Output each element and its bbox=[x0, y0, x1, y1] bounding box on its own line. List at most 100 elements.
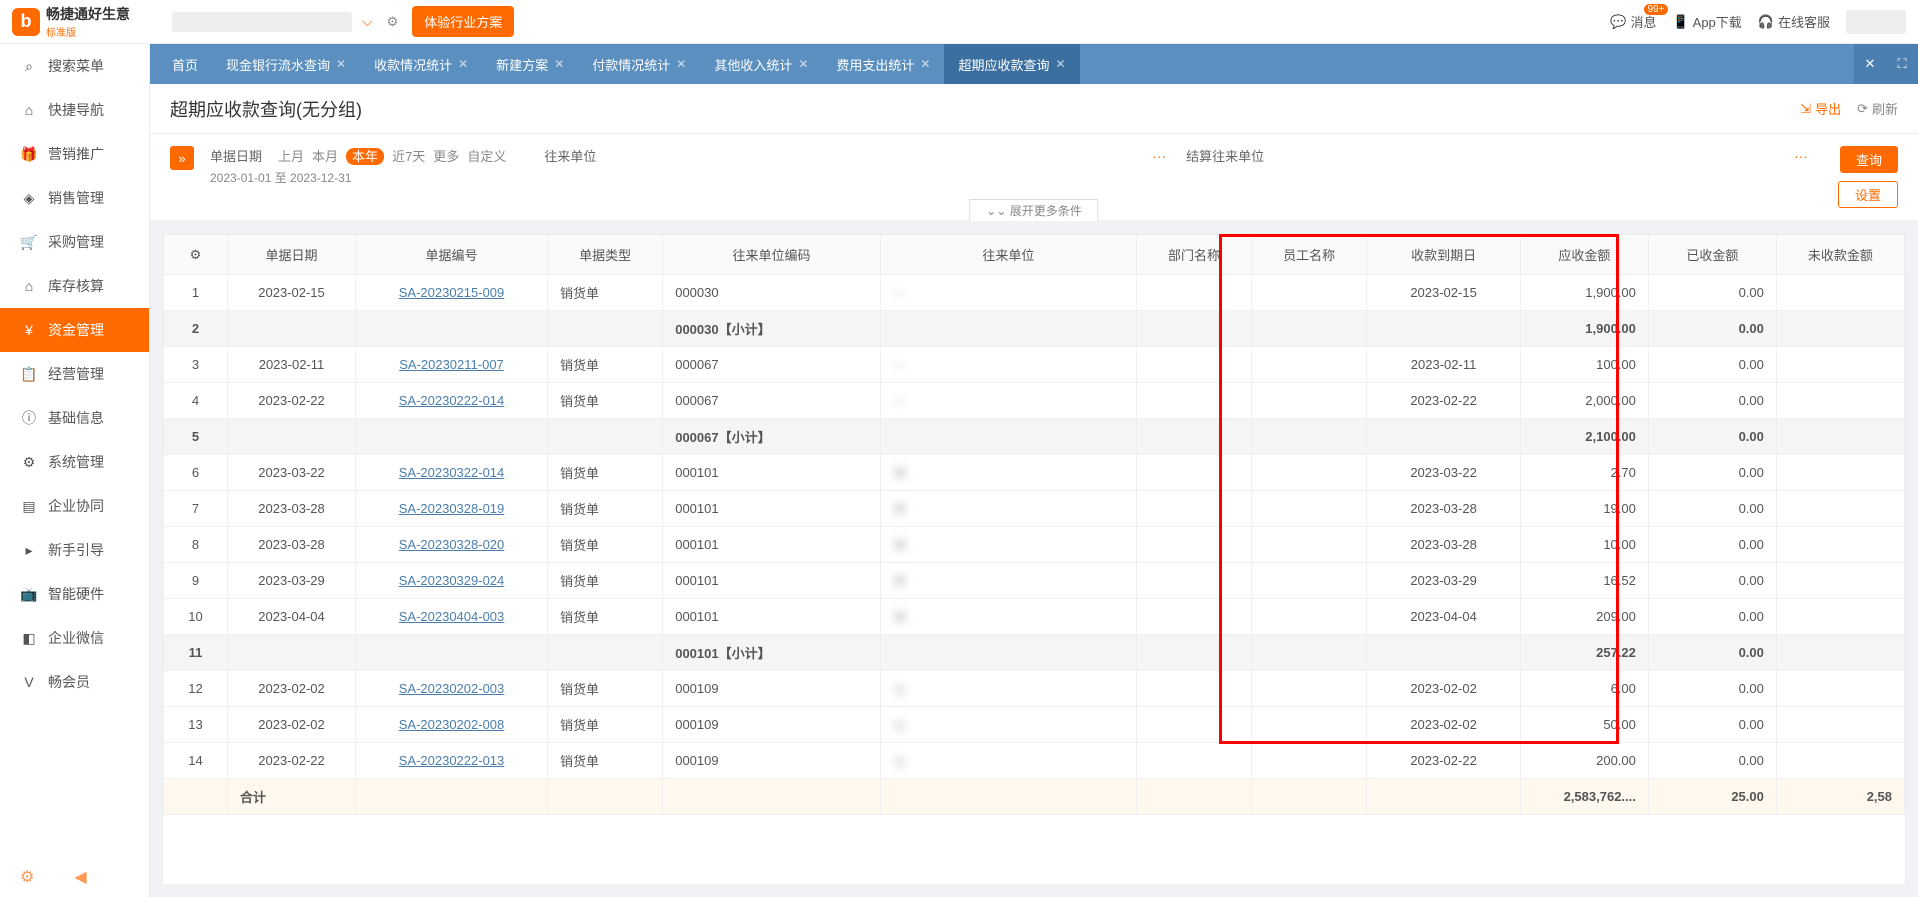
table-header-7[interactable]: 员工名称 bbox=[1252, 235, 1367, 275]
app-download-link[interactable]: 📱 App下载 bbox=[1672, 12, 1741, 31]
doc-link[interactable]: SA-20230404-003 bbox=[399, 609, 505, 624]
tab-2[interactable]: 收款情况统计✕ bbox=[360, 44, 482, 84]
tab-close-icon[interactable]: ✕ bbox=[920, 57, 930, 71]
sidebar-item-label: 销售管理 bbox=[48, 188, 104, 208]
logo-sub: 标准版 bbox=[46, 24, 130, 39]
experience-industry-button[interactable]: 体验行业方案 bbox=[412, 6, 514, 37]
table-header-9[interactable]: 应收金额 bbox=[1520, 235, 1648, 275]
sidebar-item-3[interactable]: ◈ 销售管理 bbox=[0, 176, 149, 220]
date-preset[interactable]: 自定义 bbox=[467, 149, 506, 164]
date-preset[interactable]: 本月 bbox=[312, 149, 338, 164]
doc-link[interactable]: SA-20230328-019 bbox=[399, 501, 505, 516]
doc-link[interactable]: SA-20230322-014 bbox=[399, 465, 505, 480]
table-header-4[interactable]: 往来单位编码 bbox=[663, 235, 881, 275]
settle-filter-input[interactable]: ··· bbox=[1272, 148, 1808, 164]
tab-3[interactable]: 新建方案 ✕ bbox=[482, 44, 578, 84]
sidebar-item-label: 快捷导航 bbox=[48, 100, 104, 120]
message-icon: 💬 bbox=[1610, 14, 1626, 30]
doc-link[interactable]: SA-20230222-014 bbox=[399, 393, 505, 408]
sidebar-item-9[interactable]: ⚙系统管理 bbox=[0, 440, 149, 484]
table-header-1[interactable]: 单据日期 bbox=[228, 235, 356, 275]
wechat-icon: ◧ bbox=[20, 629, 38, 647]
tab-0[interactable]: 首页 bbox=[158, 44, 212, 84]
table-row: 6 2023-03-22 SA-20230322-014 销货单 000101 … bbox=[164, 455, 1905, 491]
logo-icon: b bbox=[12, 8, 40, 36]
setup-button[interactable]: 设置 bbox=[1838, 181, 1898, 208]
table-header-5[interactable]: 往来单位 bbox=[880, 235, 1136, 275]
search-icon: ⌕ bbox=[20, 57, 38, 75]
table-row: 12 2023-02-02 SA-20230202-003 销货单 000109… bbox=[164, 671, 1905, 707]
tab-7[interactable]: 超期应收款查询 ✕ bbox=[944, 44, 1079, 84]
doc-link[interactable]: SA-20230222-013 bbox=[399, 753, 505, 768]
customer-filter-input[interactable]: ··· bbox=[604, 148, 1166, 164]
sidebar-item-10[interactable]: ▤企业协同 bbox=[0, 484, 149, 528]
sidebar-item-0[interactable]: ⌕搜索菜单 bbox=[0, 44, 149, 88]
sidebar-item-1[interactable]: ⌂ 快捷导航 bbox=[0, 88, 149, 132]
chevron-down-icon[interactable]: ⌵ bbox=[362, 13, 373, 30]
settle-more-icon[interactable]: ··· bbox=[1794, 148, 1808, 164]
tab-label: 超期应收款查询 bbox=[958, 55, 1049, 74]
table-header-11[interactable]: 未收款金额 bbox=[1776, 235, 1904, 275]
messages-link[interactable]: 💬 消息 99+ bbox=[1610, 12, 1656, 31]
date-preset[interactable]: 本年 bbox=[346, 148, 384, 165]
date-range-display: 2023-01-01 至 2023-12-31 bbox=[210, 169, 514, 186]
table-header-6[interactable]: 部门名称 bbox=[1136, 235, 1251, 275]
sidebar-item-5[interactable]: ⌂库存核算 bbox=[0, 264, 149, 308]
tab-close-icon[interactable]: ✕ bbox=[676, 57, 686, 71]
date-preset[interactable]: 近7天 bbox=[392, 149, 425, 164]
table-row: 5 000067【小计】 2,100.000.00 bbox=[164, 419, 1905, 455]
data-table: ⚙单据日期单据编号单据类型往来单位编码往来单位部门名称员工名称收款到期日应收金额… bbox=[163, 234, 1905, 815]
tab-close-icon[interactable]: ✕ bbox=[336, 57, 346, 71]
expand-filter-button[interactable]: ⌄⌄ 展开更多条件 bbox=[969, 199, 1098, 221]
tab-close-icon[interactable]: ✕ bbox=[458, 57, 468, 71]
tab-close-icon[interactable]: ✕ bbox=[1056, 57, 1066, 71]
sidebar-item-2[interactable]: 🎁营销推广 bbox=[0, 132, 149, 176]
cart-icon: 🛒 bbox=[20, 233, 38, 251]
diamond-icon: ◈ bbox=[20, 189, 38, 207]
table-header-0[interactable]: ⚙ bbox=[164, 235, 228, 275]
doc-link[interactable]: SA-20230211-007 bbox=[399, 357, 504, 372]
doc-link[interactable]: SA-20230329-024 bbox=[399, 573, 505, 588]
tab-1[interactable]: 现金银行流水查询✕ bbox=[212, 44, 360, 84]
sidebar-item-14[interactable]: V畅会员 bbox=[0, 660, 149, 704]
tab-close-icon[interactable]: ✕ bbox=[554, 57, 564, 71]
sidebar-item-6[interactable]: ¥资金管理 bbox=[0, 308, 149, 352]
tab-close-icon[interactable]: ✕ bbox=[798, 57, 808, 71]
date-preset[interactable]: 上月 bbox=[278, 149, 304, 164]
settings-gear-icon[interactable]: ⚙ bbox=[20, 867, 34, 887]
sidebar-item-11[interactable]: ▸新手引导 bbox=[0, 528, 149, 572]
fullscreen-button[interactable]: ⛶ bbox=[1886, 44, 1918, 84]
doc-link[interactable]: SA-20230328-020 bbox=[399, 537, 505, 552]
filter-collapse-toggle[interactable]: » bbox=[170, 146, 194, 170]
home-icon: ⌂ bbox=[20, 101, 38, 119]
tab-label: 新建方案 bbox=[496, 55, 548, 74]
page-title: 超期应收款查询(无分组) bbox=[170, 96, 362, 122]
gear-icon[interactable]: ⚙ bbox=[383, 10, 403, 34]
query-button[interactable]: 查询 bbox=[1840, 146, 1898, 173]
avatar-placeholder[interactable] bbox=[1846, 10, 1906, 34]
collapse-sidebar-icon[interactable]: ◀ bbox=[74, 867, 86, 887]
doc-link[interactable]: SA-20230202-008 bbox=[399, 717, 505, 732]
sidebar-item-4[interactable]: 🛒采购管理 bbox=[0, 220, 149, 264]
export-button[interactable]: ⇲ 导出 bbox=[1800, 99, 1841, 118]
table-header-10[interactable]: 已收金额 bbox=[1648, 235, 1776, 275]
sidebar-item-label: 企业协同 bbox=[48, 496, 104, 516]
tab-5[interactable]: 其他收入统计✕ bbox=[700, 44, 822, 84]
table-header-3[interactable]: 单据类型 bbox=[548, 235, 663, 275]
online-service-link[interactable]: 🎧 在线客服 bbox=[1758, 12, 1830, 31]
sidebar-item-8[interactable]: ⓘ基础信息 bbox=[0, 396, 149, 440]
table-header-8[interactable]: 收款到期日 bbox=[1367, 235, 1521, 275]
sidebar-item-12[interactable]: 📺智能硬件 bbox=[0, 572, 149, 616]
tab-6[interactable]: 费用支出统计✕ bbox=[822, 44, 944, 84]
sidebar-item-13[interactable]: ◧企业微信 bbox=[0, 616, 149, 660]
sidebar-item-7[interactable]: 📋经营管理 bbox=[0, 352, 149, 396]
refresh-button[interactable]: ⟳ 刷新 bbox=[1857, 99, 1898, 118]
doc-link[interactable]: SA-20230215-009 bbox=[399, 285, 505, 300]
tab-4[interactable]: 付款情况统计✕ bbox=[578, 44, 700, 84]
table-header-2[interactable]: 单据编号 bbox=[356, 235, 548, 275]
doc-link[interactable]: SA-20230202-003 bbox=[399, 681, 505, 696]
date-preset[interactable]: 更多 bbox=[433, 149, 459, 164]
close-all-tabs-button[interactable]: ✕ bbox=[1854, 44, 1886, 84]
sidebar-item-label: 系统管理 bbox=[48, 452, 104, 472]
customer-more-icon[interactable]: ··· bbox=[1152, 148, 1166, 164]
